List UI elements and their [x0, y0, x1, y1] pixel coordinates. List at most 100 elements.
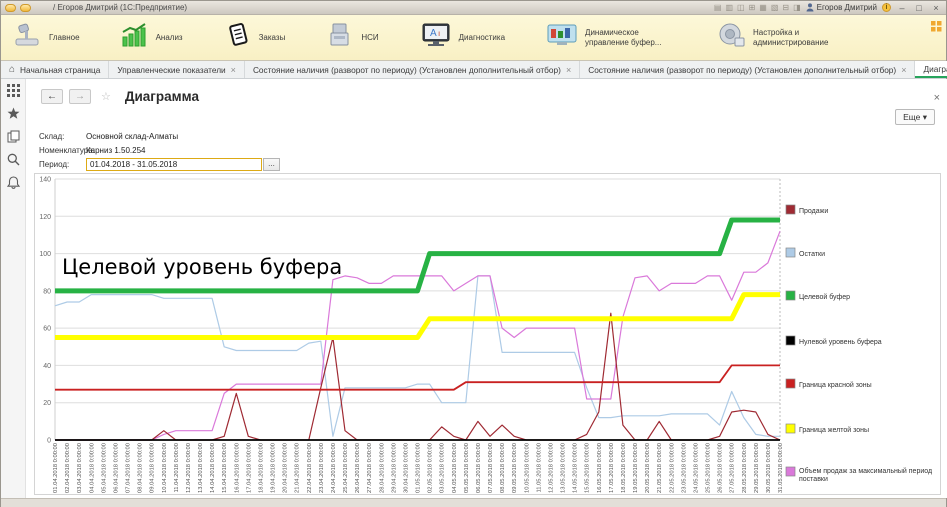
ribbon-item-label: Анализ — [155, 32, 183, 42]
period-input[interactable] — [86, 157, 262, 171]
field-row: Период:... — [39, 157, 280, 171]
series-line — [55, 292, 780, 340]
table-icon[interactable]: ▧ — [771, 3, 779, 12]
tab-close-icon[interactable]: × — [231, 65, 236, 75]
y-tick-label: 120 — [39, 214, 51, 221]
legend-swatch — [785, 204, 796, 215]
x-tick-label: 05.05.2018 0:00:00 — [464, 443, 470, 493]
title-bar: / Егоров Дмитрий (1С:Предприятие) ▤ ▥ ◫ ⊞ ▦ ▧… — [1, 1, 946, 15]
x-tick-label: 10.04.2018 0:00:00 — [162, 443, 168, 493]
ribbon-item-analysis-bars[interactable]: Анализ — [120, 22, 183, 54]
legend-swatch — [785, 290, 796, 301]
tab-3[interactable]: Состояние наличия (разворот по периоду) … — [580, 61, 916, 78]
calendar-icon[interactable]: ⊟ — [782, 3, 789, 12]
save-icon[interactable]: ▤ — [714, 3, 722, 12]
ribbon-item-diagnostics-monitor[interactable]: Aı Диагностика — [419, 22, 505, 54]
legend-item: Объем продаж за максимальный периодпоста… — [785, 466, 932, 483]
ribbon-item-desk-lamp[interactable]: Главное — [13, 22, 80, 54]
ribbon-item-settings-sphere[interactable]: Настройка и администрирование — [717, 22, 845, 54]
tab-close-icon[interactable]: × — [901, 65, 906, 75]
x-tick-label: 09.04.2018 0:00:00 — [150, 443, 156, 493]
legend-swatch — [785, 378, 796, 389]
compare-icon[interactable]: ◨ — [793, 3, 801, 12]
ribbon-item-nsi-cabinet[interactable]: НСИ — [325, 22, 379, 54]
x-tick-label: 14.04.2018 0:00:00 — [210, 443, 216, 493]
x-tick-label: 08.04.2018 0:00:00 — [138, 443, 144, 493]
titlebar-toolbar: ▤ ▥ ◫ ⊞ ▦ ▧ ⊟ ◨ — [714, 3, 801, 12]
favorite-star-icon[interactable]: ☆ — [101, 90, 111, 103]
print-icon[interactable]: ▥ — [725, 3, 733, 12]
ribbon-overflow-icon[interactable] — [931, 19, 942, 37]
ribbon-item-dynamic-buffer-monitor[interactable]: Динамическое управление буфер... — [545, 22, 677, 54]
tab-close-icon[interactable]: × — [566, 65, 571, 75]
legend-item: Остатки — [785, 247, 825, 258]
x-tick-label: 16.04.2018 0:00:00 — [234, 443, 240, 493]
legend-label: Граница красной зоны — [799, 381, 872, 389]
field-value: Основной склад-Алматы — [86, 131, 179, 141]
legend-swatch — [785, 335, 796, 346]
form-close-icon[interactable]: × — [934, 92, 940, 104]
x-tick-label: 20.05.2018 0:00:00 — [645, 443, 651, 493]
tab-1[interactable]: Управленческие показатели × — [109, 61, 245, 78]
tab-label: Управленческие показатели — [117, 64, 226, 75]
x-tick-label: 30.04.2018 0:00:00 — [403, 443, 409, 493]
x-tick-label: 21.04.2018 0:00:00 — [295, 443, 301, 493]
current-user[interactable]: Егоров Дмитрий — [806, 3, 877, 12]
series-line — [55, 364, 780, 391]
period-picker-button[interactable]: ... — [263, 157, 280, 171]
tab-2[interactable]: Состояние наличия (разворот по периоду) … — [245, 61, 581, 78]
x-tick-label: 22.04.2018 0:00:00 — [307, 443, 313, 493]
x-tick-label: 15.04.2018 0:00:00 — [222, 443, 228, 493]
field-label: Период: — [39, 159, 70, 169]
field-row: Номенклатура: Карниз 1.50.254 — [39, 143, 280, 157]
y-tick-label: 100 — [39, 251, 51, 258]
more-button[interactable]: Еще ▾ — [895, 109, 935, 125]
x-tick-label: 22.05.2018 0:00:00 — [669, 443, 675, 493]
search-icon[interactable] — [1, 148, 26, 171]
y-tick-label: 140 — [39, 177, 51, 184]
field-row: Склад: Основной склад-Алматы — [39, 129, 280, 143]
x-tick-label: 26.04.2018 0:00:00 — [355, 443, 361, 493]
x-tick-label: 28.04.2018 0:00:00 — [379, 443, 385, 493]
maximize-button[interactable]: □ — [913, 3, 925, 13]
ribbon-item-orders-note[interactable]: Заказы — [223, 22, 285, 54]
x-tick-label: 14.05.2018 0:00:00 — [573, 443, 579, 493]
forward-button[interactable]: → — [69, 89, 91, 104]
x-tick-label: 23.05.2018 0:00:00 — [681, 443, 687, 493]
info-icon[interactable]: i — [882, 3, 891, 12]
x-tick-label: 28.05.2018 0:00:00 — [742, 443, 748, 493]
quick-menu-button[interactable] — [20, 3, 31, 12]
menu-icon[interactable] — [1, 79, 26, 102]
buffer-chart: 0 20 40 60 80 100 120 140 01.04.2018 0:00:00 02.0… — [39, 177, 932, 493]
preview-icon[interactable]: ◫ — [737, 3, 745, 12]
close-button[interactable]: × — [930, 3, 942, 13]
field-label: Склад: — [39, 131, 65, 141]
tab-4[interactable]: Диаграмма× — [915, 61, 947, 78]
export-icon[interactable]: ⊞ — [749, 3, 756, 12]
svg-text:поставки: поставки — [799, 476, 828, 483]
favorites-icon[interactable] — [1, 102, 26, 125]
legend-swatch — [785, 466, 796, 477]
svg-text:A: A — [430, 28, 437, 39]
series-line — [54, 275, 780, 437]
x-tick-label: 23.04.2018 0:00:00 — [319, 443, 325, 493]
x-tick-label: 07.04.2018 0:00:00 — [126, 443, 132, 493]
minimize-button[interactable]: – — [896, 3, 908, 13]
x-tick-label: 18.04.2018 0:00:00 — [258, 443, 264, 493]
diagram-form: ← → ☆ Диаграмма × Еще ▾ Склад: Основной с… — [26, 79, 947, 498]
tab-label: Начальная страница — [20, 64, 101, 75]
x-tick-label: 02.04.2018 0:00:00 — [65, 443, 71, 493]
form-nav: ← → ☆ Диаграмма — [41, 89, 199, 104]
notifications-icon[interactable] — [1, 171, 26, 194]
legend-label: Нулевой уровень буфера — [799, 338, 882, 346]
tab-home[interactable]: ⌂ Начальная страница — [1, 61, 110, 78]
x-tick-label: 20.04.2018 0:00:00 — [283, 443, 289, 493]
back-button[interactable]: ← — [41, 89, 63, 104]
legend-swatch — [785, 423, 796, 434]
history-icon[interactable] — [1, 125, 26, 148]
attachments-icon[interactable]: ▦ — [759, 3, 767, 12]
main-menu-button[interactable] — [5, 3, 16, 12]
legend-label: Целевой буфер — [799, 293, 850, 301]
tab-label: Состояние наличия (разворот по периоду) … — [588, 64, 897, 75]
x-tick-label: 04.05.2018 0:00:00 — [452, 443, 458, 493]
